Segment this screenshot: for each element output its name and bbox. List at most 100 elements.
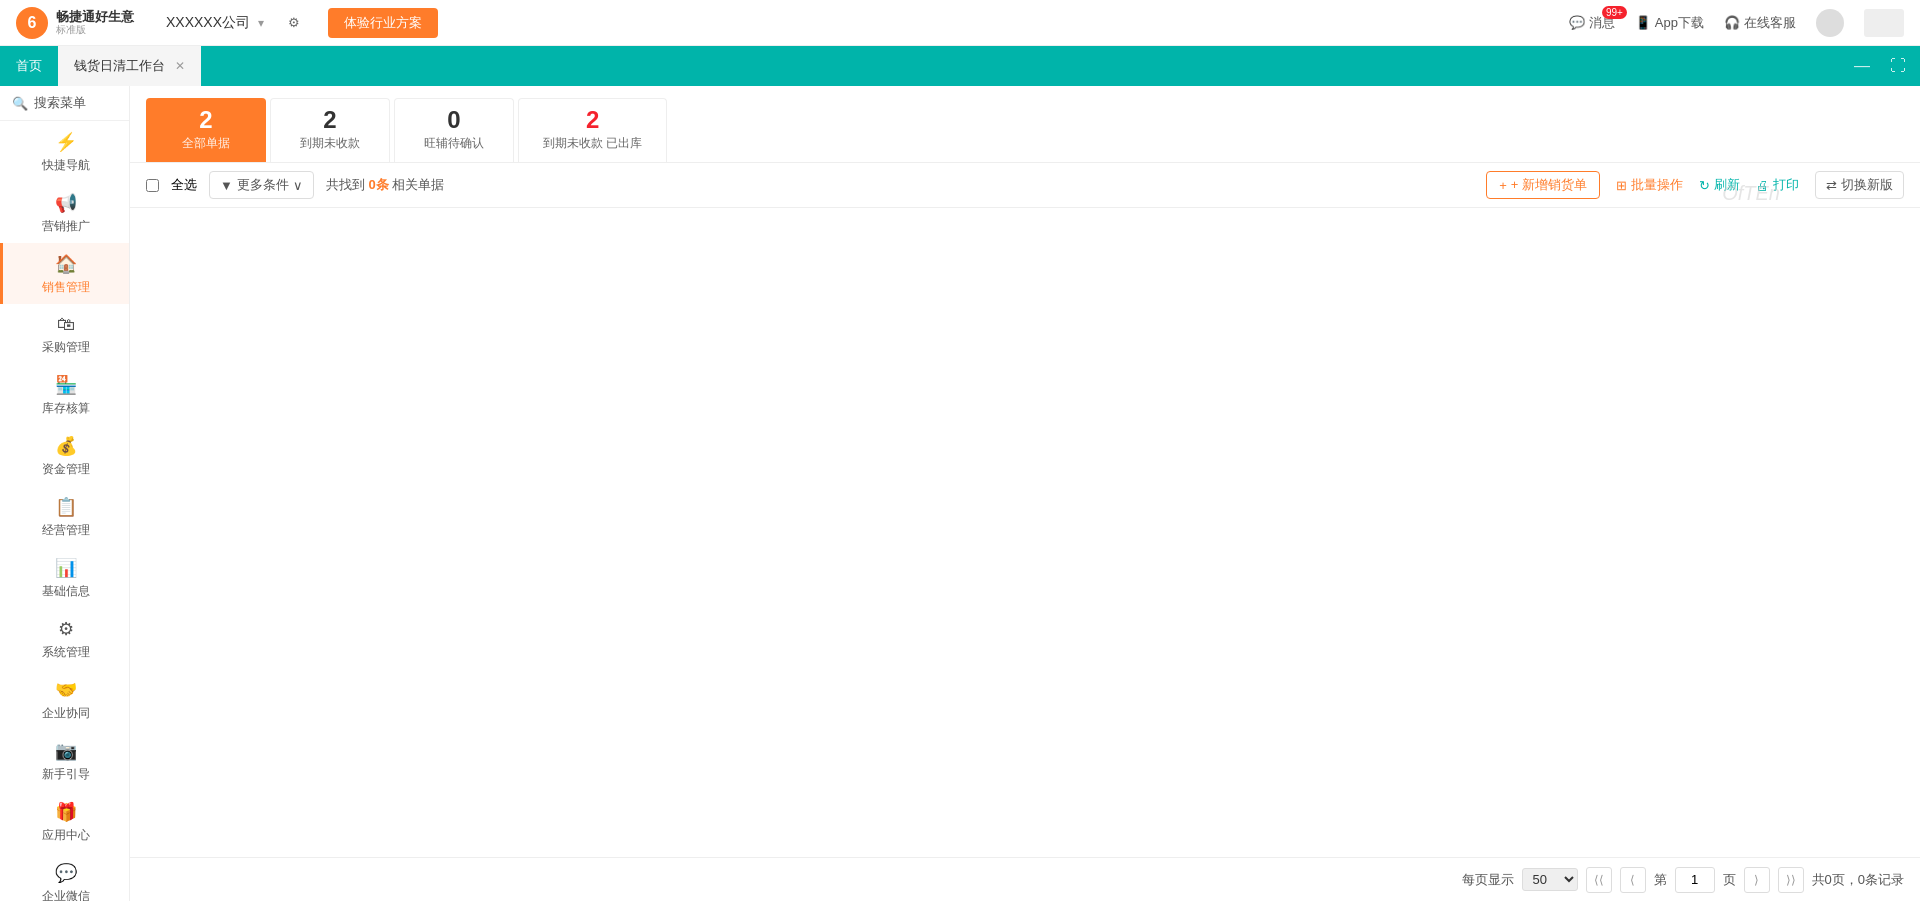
- quick-nav-icon: ⚡: [55, 131, 77, 153]
- page-label: 第: [1654, 871, 1667, 889]
- sidebar-item-basic-info[interactable]: 📊 基础信息: [0, 547, 129, 608]
- operation-icon: 📋: [55, 496, 77, 518]
- print-label: 打印: [1773, 176, 1799, 194]
- header-right: 💬 消息 99+ 📱 App下载 🎧 在线客服: [1569, 9, 1904, 37]
- message-badge: 99+: [1602, 6, 1627, 19]
- maximize-icon[interactable]: ⛶: [1884, 52, 1912, 80]
- stat-tab-wangfu[interactable]: 0 旺辅待确认: [394, 98, 514, 162]
- trial-button[interactable]: 体验行业方案: [328, 8, 438, 38]
- system-icon: ⚙: [58, 618, 74, 640]
- wechat-icon: 💬: [55, 862, 77, 884]
- enterprise-icon: 🤝: [55, 679, 77, 701]
- sidebar-item-label: 营销推广: [42, 218, 90, 235]
- sidebar-item-purchase[interactable]: 🛍 采购管理: [0, 304, 129, 364]
- batch-icon: ⊞: [1616, 178, 1627, 193]
- minimize-icon[interactable]: —: [1848, 52, 1876, 80]
- stat-label-out: 到期未收款 已出库: [543, 135, 642, 152]
- table-area: [130, 208, 1920, 857]
- purchase-icon: 🛍: [57, 314, 75, 335]
- select-all-checkbox[interactable]: [146, 179, 159, 192]
- sidebar-item-quick-nav[interactable]: ⚡ 快捷导航: [0, 121, 129, 182]
- marketing-icon: 📢: [55, 192, 77, 214]
- switch-label: 切换新版: [1841, 176, 1893, 194]
- toolbar: 全选 ▼ 更多条件 ∨ 共找到 0条 相关单据 + + 新增销货单 ⊞ 批量操作: [130, 163, 1920, 208]
- add-order-button[interactable]: + + 新增销货单: [1486, 171, 1600, 199]
- sidebar-item-label: 新手引导: [42, 766, 90, 783]
- sidebar-item-operation[interactable]: 📋 经营管理: [0, 486, 129, 547]
- last-page-button[interactable]: ⟩⟩: [1778, 867, 1804, 893]
- result-count: 0条: [369, 177, 389, 192]
- stat-num-all: 2: [199, 107, 212, 133]
- per-page-select[interactable]: 50 100 200: [1522, 868, 1578, 891]
- sidebar-search[interactable]: 🔍 搜索菜单: [0, 86, 129, 121]
- inventory-icon: 🏪: [55, 374, 77, 396]
- add-order-label: + 新增销货单: [1511, 176, 1587, 194]
- finance-icon: 💰: [55, 435, 77, 457]
- refresh-label: 刷新: [1714, 176, 1740, 194]
- app-download-item[interactable]: 📱 App下载: [1635, 14, 1704, 32]
- top-header: 6 畅捷通好生意 标准版 XXXXXX公司 ▾ ⚙ 体验行业方案 💬 消息 99…: [0, 0, 1920, 46]
- message-item[interactable]: 💬 消息 99+: [1569, 14, 1615, 32]
- stat-tab-overdue[interactable]: 2 到期未收款: [270, 98, 390, 162]
- switch-icon: ⇄: [1826, 178, 1837, 193]
- first-page-button[interactable]: ⟨⟨: [1586, 867, 1612, 893]
- filter-label: 更多条件: [237, 176, 289, 194]
- sidebar-item-label: 资金管理: [42, 461, 90, 478]
- print-button[interactable]: 🖨 打印: [1756, 176, 1799, 194]
- tab-workbench[interactable]: 钱货日清工作台 ✕: [58, 46, 201, 86]
- company-dropdown-icon[interactable]: ▾: [258, 16, 264, 30]
- stat-num-out: 2: [586, 107, 599, 133]
- headset-icon: 🎧: [1724, 15, 1740, 30]
- logo-text: 畅捷通好生意 标准版: [56, 9, 134, 37]
- settings-icon[interactable]: ⚙: [280, 9, 308, 37]
- toolbar-right: + + 新增销货单 ⊞ 批量操作 ↻ 刷新 🖨 打印 ⇄ 切换新版: [1486, 171, 1904, 199]
- app-logo-icon: 6: [16, 7, 48, 39]
- logo-title: 畅捷通好生意: [56, 9, 134, 25]
- user-info[interactable]: [1864, 9, 1904, 37]
- tab-close-icon[interactable]: ✕: [175, 59, 185, 73]
- per-page-label: 每页显示: [1462, 871, 1514, 889]
- stat-num-overdue: 2: [323, 107, 336, 133]
- newbie-icon: 📷: [55, 740, 77, 762]
- company-area: XXXXXX公司 ▾ ⚙ 体验行业方案: [166, 8, 438, 38]
- sidebar-item-label: 应用中心: [42, 827, 90, 844]
- tab-bar-actions: — ⛶: [1848, 52, 1920, 80]
- sidebar-item-label: 系统管理: [42, 644, 90, 661]
- online-service-item[interactable]: 🎧 在线客服: [1724, 14, 1796, 32]
- prev-page-button[interactable]: ⟨: [1620, 867, 1646, 893]
- next-page-button[interactable]: ⟩: [1744, 867, 1770, 893]
- sidebar-item-label: 企业微信: [42, 888, 90, 901]
- batch-operation-button[interactable]: ⊞ 批量操作: [1616, 176, 1683, 194]
- sidebar-item-label: 销售管理: [42, 279, 90, 296]
- app-download-label: App下载: [1655, 14, 1704, 32]
- sidebar-item-wechat[interactable]: 💬 企业微信: [0, 852, 129, 901]
- sidebar-item-inventory[interactable]: 🏪 库存核算: [0, 364, 129, 425]
- page-input[interactable]: [1675, 867, 1715, 893]
- sidebar-item-newbie[interactable]: 📷 新手引导: [0, 730, 129, 791]
- add-icon: +: [1499, 178, 1507, 193]
- pagination-bar: 每页显示 50 100 200 ⟨⟨ ⟨ 第 页 ⟩ ⟩⟩ 共0页，0条记录: [130, 857, 1920, 901]
- sidebar-item-marketing[interactable]: 📢 营销推广: [0, 182, 129, 243]
- tab-home[interactable]: 首页: [0, 46, 58, 86]
- stat-tab-out[interactable]: 2 到期未收款 已出库: [518, 98, 667, 162]
- filter-button[interactable]: ▼ 更多条件 ∨: [209, 171, 314, 199]
- logo-sub: 标准版: [56, 24, 134, 36]
- sidebar-item-enterprise[interactable]: 🤝 企业协同: [0, 669, 129, 730]
- sidebar-item-sales[interactable]: 🏠 销售管理: [0, 243, 129, 304]
- content-area: 2 全部单据 2 到期未收款 0 旺辅待确认 2 到期未收款 已出库 全选 ▼ …: [130, 86, 1920, 901]
- print-icon: 🖨: [1756, 178, 1769, 193]
- avatar[interactable]: [1816, 9, 1844, 37]
- stat-label-all: 全部单据: [182, 135, 230, 152]
- tab-bar: 首页 钱货日清工作台 ✕ — ⛶: [0, 46, 1920, 86]
- message-icon: 💬: [1569, 15, 1585, 30]
- refresh-button[interactable]: ↻ 刷新: [1699, 176, 1740, 194]
- sidebar-item-app-center[interactable]: 🎁 应用中心: [0, 791, 129, 852]
- filter-icon: ▼: [220, 178, 233, 193]
- workbench-tab-label: 钱货日清工作台: [74, 57, 165, 75]
- basic-info-icon: 📊: [55, 557, 77, 579]
- stat-tab-all[interactable]: 2 全部单据: [146, 98, 266, 162]
- sidebar-item-finance[interactable]: 💰 资金管理: [0, 425, 129, 486]
- switch-new-button[interactable]: ⇄ 切换新版: [1815, 171, 1904, 199]
- page-unit: 页: [1723, 871, 1736, 889]
- sidebar-item-system[interactable]: ⚙ 系统管理: [0, 608, 129, 669]
